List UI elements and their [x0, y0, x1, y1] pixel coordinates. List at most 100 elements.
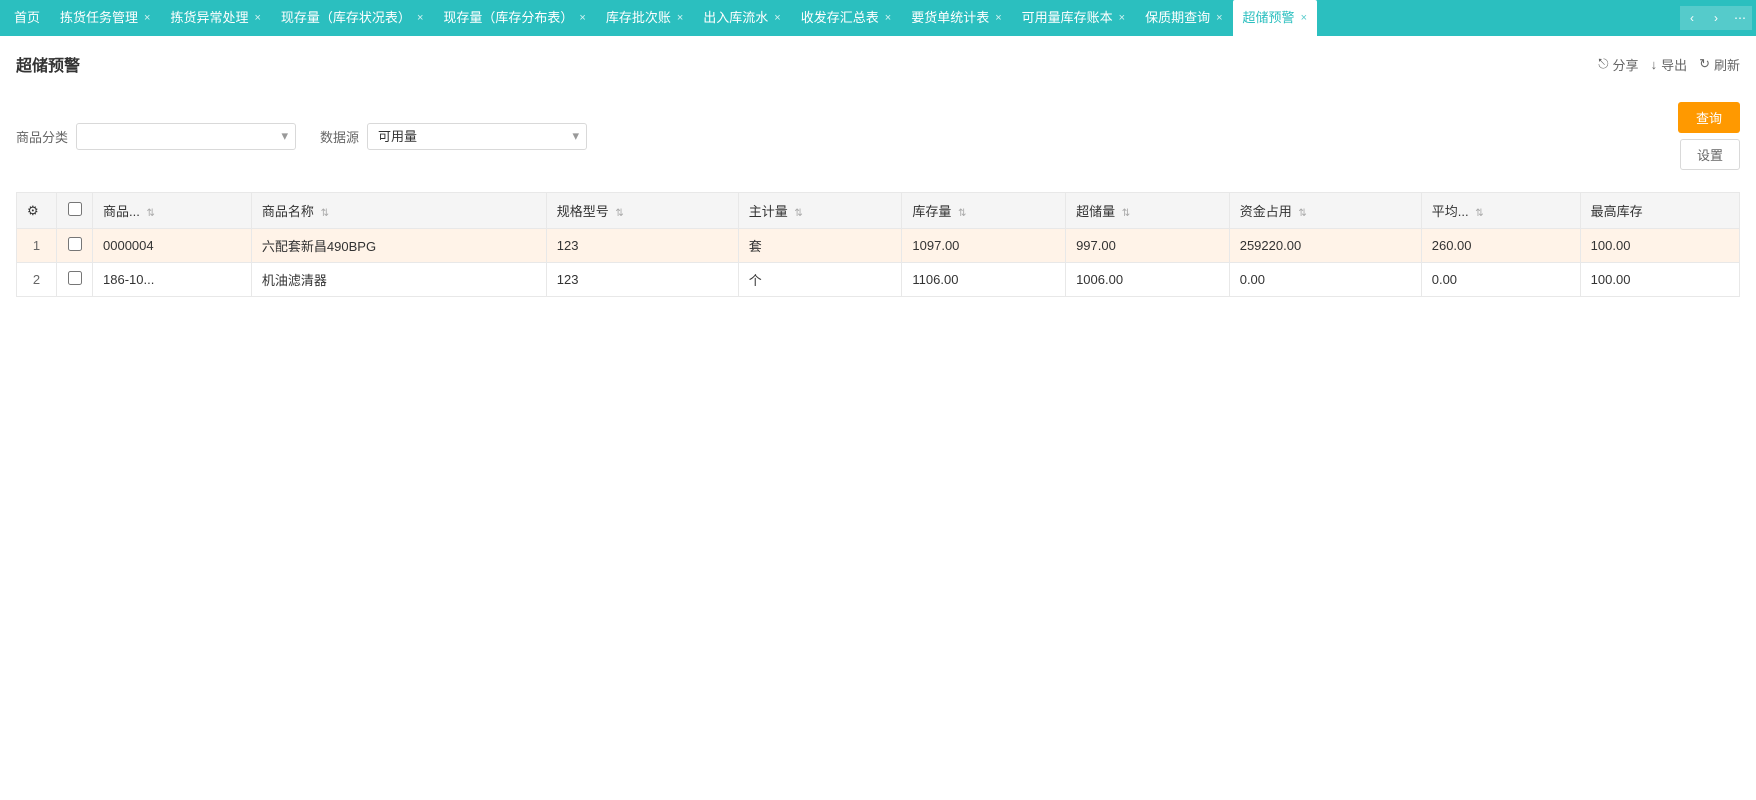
data-source-filter: 数据源 可用量 [320, 123, 587, 150]
refresh-icon: ↻ [1699, 56, 1710, 72]
col-max-stock[interactable]: 最高库存 [1580, 193, 1739, 229]
cell-stock-0: 1097.00 [902, 229, 1066, 263]
cell-stock-1: 1106.00 [902, 263, 1066, 297]
select-all-checkbox[interactable] [68, 202, 82, 216]
nav-item-4[interactable]: 现存量（库存分布表）× [433, 0, 595, 36]
close-icon[interactable]: × [1119, 0, 1125, 36]
sort-icon-avg: ⇅ [1475, 208, 1483, 219]
cell-product-code-1: 186-10... [93, 263, 252, 297]
cell-over-stock-1: 1006.00 [1066, 263, 1230, 297]
settings-column-header[interactable]: ⚙ [17, 193, 57, 229]
close-icon[interactable]: × [1216, 0, 1222, 36]
nav-item-3[interactable]: 现存量（库存状况表）× [271, 0, 433, 36]
cell-unit-1: 个 [738, 263, 902, 297]
page-title: 超储预警 [16, 52, 80, 76]
product-category-select-wrapper [76, 123, 296, 150]
nav-label: 保质期查询 [1145, 0, 1210, 36]
nav-item-11[interactable]: 超储预警× [1233, 0, 1317, 36]
col-unit[interactable]: 主计量 ⇅ [738, 193, 902, 229]
share-icon: ⎋ [1598, 56, 1608, 72]
product-category-select[interactable] [76, 123, 296, 150]
nav-label: 超储预警 [1243, 0, 1295, 36]
close-icon[interactable]: × [885, 0, 891, 36]
page-actions: ⎋ 分享 ↓ 导出 ↻ 刷新 [1598, 55, 1740, 74]
data-source-label: 数据源 [320, 127, 359, 146]
nav-label: 要货单统计表 [911, 0, 989, 36]
table-header: ⚙ 商品... ⇅ 商品名称 ⇅ 规格型号 ⇅ 主计量 [17, 193, 1740, 229]
sort-icon-unit: ⇅ [794, 208, 802, 219]
filter-bar: 商品分类 数据源 可用量 查询 设置 [16, 92, 1740, 180]
nav-label: 拣货任务管理 [60, 0, 138, 36]
col-stock[interactable]: 库存量 ⇅ [902, 193, 1066, 229]
export-icon: ↓ [1651, 57, 1658, 72]
nav-item-6[interactable]: 出入库流水× [693, 0, 790, 36]
cell-capital-used-0: 259220.00 [1229, 229, 1421, 263]
page-header: 超储预警 ⎋ 分享 ↓ 导出 ↻ 刷新 [16, 52, 1740, 76]
cell-capital-used-1: 0.00 [1229, 263, 1421, 297]
close-icon[interactable]: × [144, 0, 150, 36]
nav-item-7[interactable]: 收发存汇总表× [791, 0, 901, 36]
table-row: 2 186-10... 机油滤清器 123 个 1106.00 1006.00 … [17, 263, 1740, 297]
data-source-select-wrapper: 可用量 [367, 123, 587, 150]
row-gear-0: 1 [17, 229, 57, 263]
close-icon[interactable]: × [1301, 0, 1307, 36]
nav-label: 库存批次账 [606, 0, 671, 36]
table-body: 1 0000004 六配套新昌490BPG 123 套 1097.00 997.… [17, 229, 1740, 297]
nav-arrows: ‹ › ⋯ [1680, 6, 1752, 30]
nav-item-10[interactable]: 保质期查询× [1135, 0, 1232, 36]
query-button[interactable]: 查询 [1678, 102, 1740, 133]
sort-icon-product-name: ⇅ [321, 208, 329, 219]
nav-item-1[interactable]: 拣货任务管理× [50, 0, 160, 36]
nav-label: 收发存汇总表 [801, 0, 879, 36]
col-product-code[interactable]: 商品... ⇅ [93, 193, 252, 229]
cell-max-stock-0: 100.00 [1580, 229, 1739, 263]
close-icon[interactable]: × [417, 0, 423, 36]
close-icon[interactable]: × [677, 0, 683, 36]
cell-product-name-0: 六配套新昌490BPG [251, 229, 546, 263]
sort-icon-spec: ⇅ [615, 208, 623, 219]
sort-icon-capital-used: ⇅ [1298, 208, 1306, 219]
nav-item-8[interactable]: 要货单统计表× [901, 0, 1011, 36]
close-icon[interactable]: × [995, 0, 1001, 36]
close-icon[interactable]: × [254, 0, 260, 36]
row-checkbox-1[interactable] [68, 271, 82, 285]
col-product-name[interactable]: 商品名称 ⇅ [251, 193, 546, 229]
cell-product-code-0: 0000004 [93, 229, 252, 263]
row-checkbox-0[interactable] [68, 237, 82, 251]
cell-avg-1: 0.00 [1421, 263, 1580, 297]
nav-item-5[interactable]: 库存批次账× [596, 0, 693, 36]
settings-button[interactable]: 设置 [1680, 139, 1740, 170]
gear-icon: ⚙ [27, 203, 39, 218]
nav-item-9[interactable]: 可用量库存账本× [1012, 0, 1135, 36]
action-buttons: 查询 设置 [1678, 102, 1740, 170]
nav-item-2[interactable]: 拣货异常处理× [160, 0, 270, 36]
col-capital-used[interactable]: 资金占用 ⇅ [1229, 193, 1421, 229]
row-checkbox-cell-1 [57, 263, 93, 297]
close-icon[interactable]: × [579, 0, 585, 36]
nav-label: 现存量（库存分布表） [443, 0, 573, 36]
close-icon[interactable]: × [774, 0, 780, 36]
sort-icon-product-code: ⇅ [146, 208, 154, 219]
nav-item-0[interactable]: 首页 [4, 0, 50, 36]
col-over-stock[interactable]: 超储量 ⇅ [1066, 193, 1230, 229]
nav-next-button[interactable]: › [1704, 6, 1728, 30]
nav-label: 首页 [14, 0, 40, 36]
refresh-button[interactable]: ↻ 刷新 [1699, 55, 1740, 74]
nav-label: 出入库流水 [703, 0, 768, 36]
share-button[interactable]: ⎋ 分享 [1598, 55, 1638, 74]
col-spec[interactable]: 规格型号 ⇅ [546, 193, 738, 229]
col-avg[interactable]: 平均... ⇅ [1421, 193, 1580, 229]
sort-icon-stock: ⇅ [958, 208, 966, 219]
cell-spec-1: 123 [546, 263, 738, 297]
nav-label: 可用量库存账本 [1022, 0, 1113, 36]
export-button[interactable]: ↓ 导出 [1651, 55, 1688, 74]
data-table: ⚙ 商品... ⇅ 商品名称 ⇅ 规格型号 ⇅ 主计量 [16, 192, 1740, 297]
nav-more-button[interactable]: ⋯ [1728, 6, 1752, 30]
sort-icon-over-stock: ⇅ [1122, 208, 1130, 219]
data-source-select[interactable]: 可用量 [367, 123, 587, 150]
cell-max-stock-1: 100.00 [1580, 263, 1739, 297]
table-row: 1 0000004 六配套新昌490BPG 123 套 1097.00 997.… [17, 229, 1740, 263]
nav-prev-button[interactable]: ‹ [1680, 6, 1704, 30]
cell-product-name-1: 机油滤清器 [251, 263, 546, 297]
nav-label: 现存量（库存状况表） [281, 0, 411, 36]
